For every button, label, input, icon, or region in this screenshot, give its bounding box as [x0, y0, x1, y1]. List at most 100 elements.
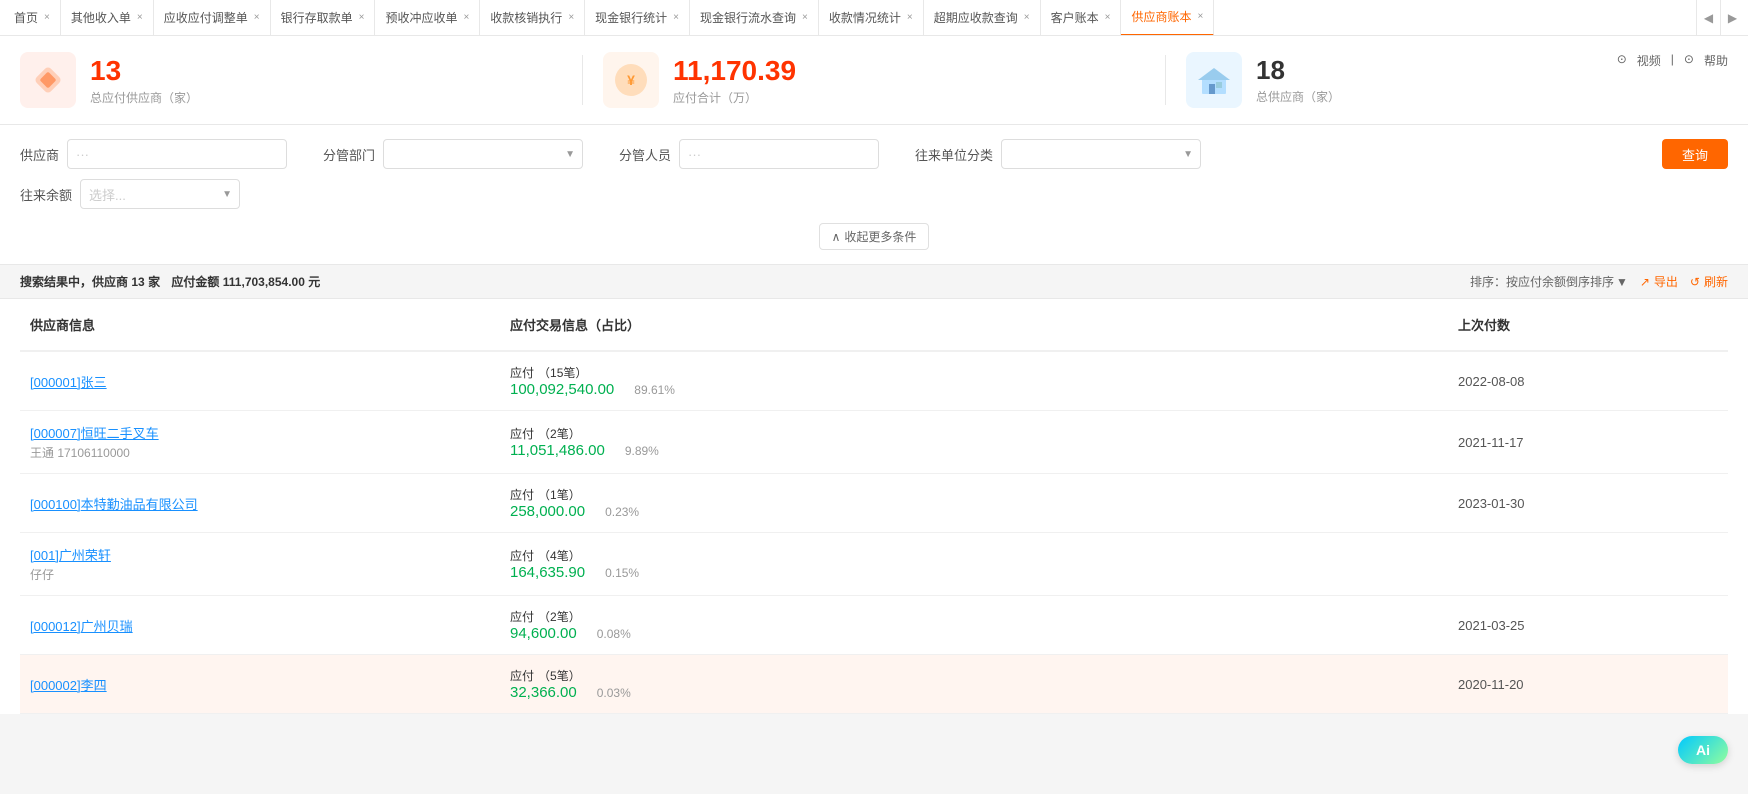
export-button[interactable]: ↗ 导出 — [1640, 273, 1678, 290]
coin-icon: ¥ — [611, 60, 651, 100]
collapse-button[interactable]: ∧ 收起更多条件 — [819, 223, 930, 250]
nav-tab-receipt-stat[interactable]: 收款情况统计 × — [819, 0, 924, 36]
nav-tab-home[interactable]: 首页 × — [4, 0, 61, 36]
stats-bar: 13 总应付供应商（家） ¥ 11,170.39 应付合计（万） 18 — [0, 36, 1748, 125]
tx-amount[interactable]: 258,000.00 — [510, 503, 585, 520]
supplier-info-cell: [001]广州荣轩 仔仔 — [20, 541, 500, 587]
help-icon: ⊙ — [1684, 52, 1694, 69]
supplier-link[interactable]: [001]广州荣轩 — [30, 548, 111, 563]
export-icon: ↗ — [1640, 275, 1650, 289]
nav-tab-receipt-exec[interactable]: 收款核销执行 × — [480, 0, 585, 36]
nav-tab-cash-bank-stat[interactable]: 现金银行统计 × — [585, 0, 690, 36]
nav-tab-other-income[interactable]: 其他收入单 × — [61, 0, 154, 36]
tx-amount[interactable]: 100,092,540.00 — [510, 381, 614, 398]
nav-tab-cash-bank-query[interactable]: 现金银行流水查询 × — [690, 0, 819, 36]
supplier-info-cell: [000002]李四 — [20, 671, 500, 698]
close-icon: × — [359, 12, 365, 23]
tx-count: （4笔） — [538, 547, 581, 564]
top-right-links: ⊙ 视频 | ⊙ 帮助 — [1617, 52, 1728, 69]
chevron-down-icon: ▼ — [1616, 275, 1628, 289]
supplier-input[interactable]: ··· — [67, 139, 287, 169]
supplier-link[interactable]: [000007]恒旺二手叉车 — [30, 426, 159, 441]
tx-label: 应付 — [510, 608, 534, 625]
tx-amount[interactable]: 164,635.90 — [510, 564, 585, 581]
tx-percent: 0.03% — [597, 686, 631, 700]
header-tx-info: 应付交易信息（占比） — [500, 309, 1448, 340]
tx-amount[interactable]: 11,051,486.00 — [510, 442, 605, 459]
tx-count: （5笔） — [538, 667, 581, 684]
category-field: 往来单位分类 ▼ — [915, 139, 1201, 169]
last-pay-cell: 2022-08-08 — [1448, 370, 1728, 393]
refresh-button[interactable]: ↺ 刷新 — [1690, 273, 1728, 290]
close-icon: × — [802, 12, 808, 23]
help-link[interactable]: 帮助 — [1704, 52, 1728, 69]
divider: | — [1671, 52, 1674, 69]
tx-amount[interactable]: 32,366.00 — [510, 684, 577, 701]
tx-amount[interactable]: 94,600.00 — [510, 625, 577, 642]
supplier-link[interactable]: [000012]广州贝瑞 — [30, 619, 133, 634]
last-pay-cell — [1448, 560, 1728, 568]
nav-tab-customer-book[interactable]: 客户账本 × — [1041, 0, 1122, 36]
supplier-count: 13 — [131, 275, 144, 289]
nav-next-arrow[interactable]: ▶ — [1720, 0, 1744, 36]
tx-label: 应付 — [510, 364, 534, 381]
supplier-label: 供应商 — [20, 145, 59, 164]
person-field: 分管人员 ··· — [619, 139, 879, 169]
svg-text:¥: ¥ — [627, 72, 635, 88]
tx-info-cell: 应付 （15笔） 100,092,540.00 89.61% — [500, 360, 1448, 402]
nav-tab-bank-deposit[interactable]: 银行存取款单 × — [271, 0, 376, 36]
query-button[interactable]: 查询 — [1662, 139, 1728, 169]
stat-label-amount: 应付合计（万） — [673, 89, 796, 106]
table-header: 供应商信息 应付交易信息（占比） 上次付数 — [20, 299, 1728, 352]
supplier-info-cell: [000100]本特勤油品有限公司 — [20, 490, 500, 517]
person-label: 分管人员 — [619, 145, 671, 164]
nav-tab-ar-ap-adjust[interactable]: 应收应付调整单 × — [154, 0, 271, 36]
dept-select[interactable]: ▼ — [383, 139, 583, 169]
dept-field: 分管部门 ▼ — [323, 139, 583, 169]
stat-number-amount: 11,170.39 — [673, 54, 796, 88]
person-input[interactable]: ··· — [679, 139, 879, 169]
nav-tab-prepay-charge[interactable]: 预收冲应收单 × — [375, 0, 480, 36]
nav-tab-overdue-query[interactable]: 超期应收款查询 × — [924, 0, 1041, 36]
tx-count: （15笔） — [538, 364, 587, 381]
tx-label: 应付 — [510, 667, 534, 684]
nav-prev-arrow[interactable]: ◀ — [1696, 0, 1720, 36]
stat-label-suppliers: 总应付供应商（家） — [90, 89, 198, 106]
tx-label: 应付 — [510, 486, 534, 503]
tx-info-cell: 应付 （4笔） 164,635.90 0.15% — [500, 543, 1448, 585]
top-nav: 首页 × 其他收入单 × 应收应付调整单 × 银行存取款单 × 预收冲应收单 ×… — [0, 0, 1748, 36]
last-pay-cell: 2021-03-25 — [1448, 614, 1728, 637]
close-icon: × — [673, 12, 679, 23]
table-row: [001]广州荣轩 仔仔 应付 （4笔） 164,635.90 0.15% — [20, 533, 1728, 596]
category-select[interactable]: ▼ — [1001, 139, 1201, 169]
sort-label[interactable]: 排序：按应付余额倒序排序 ▼ — [1470, 273, 1628, 290]
close-icon: × — [254, 12, 260, 23]
supplier-field: 供应商 ··· — [20, 139, 287, 169]
stat-item-suppliers: 13 总应付供应商（家） — [20, 52, 562, 108]
stat-icon-supplier — [20, 52, 76, 108]
video-link[interactable]: 视频 — [1637, 52, 1661, 69]
close-icon: × — [1197, 11, 1203, 22]
video-icon: ⊙ — [1617, 52, 1627, 69]
balance-select[interactable]: 选择... ▼ — [80, 179, 240, 209]
tx-info-cell: 应付 （5笔） 32,366.00 0.03% — [500, 663, 1448, 705]
tx-percent: 89.61% — [634, 383, 675, 397]
tx-percent: 0.15% — [605, 566, 639, 580]
tx-percent: 0.08% — [597, 627, 631, 641]
ai-badge[interactable]: Ai — [1678, 736, 1728, 764]
supplier-link[interactable]: [000001]张三 — [30, 375, 107, 390]
tx-info-cell: 应付 （1笔） 258,000.00 0.23% — [500, 482, 1448, 524]
stat-divider-2 — [1165, 55, 1166, 105]
tx-count: （2笔） — [538, 425, 581, 442]
result-actions: 排序：按应付余额倒序排序 ▼ ↗ 导出 ↺ 刷新 — [1470, 273, 1728, 290]
close-icon: × — [907, 12, 913, 23]
supplier-link[interactable]: [000002]李四 — [30, 678, 107, 693]
supplier-link[interactable]: [000100]本特勤油品有限公司 — [30, 497, 198, 512]
header-supplier-info: 供应商信息 — [20, 309, 500, 340]
tx-info-cell: 应付 （2笔） 11,051,486.00 9.89% — [500, 421, 1448, 463]
stat-icon-amount: ¥ — [603, 52, 659, 108]
result-info: 搜索结果中，供应商 13 家 应付金额 111,703,854.00 元 — [20, 273, 320, 290]
close-icon: × — [44, 12, 50, 23]
nav-tab-supplier-book[interactable]: 供应商账本 × — [1121, 0, 1214, 36]
tx-percent: 9.89% — [625, 444, 659, 458]
